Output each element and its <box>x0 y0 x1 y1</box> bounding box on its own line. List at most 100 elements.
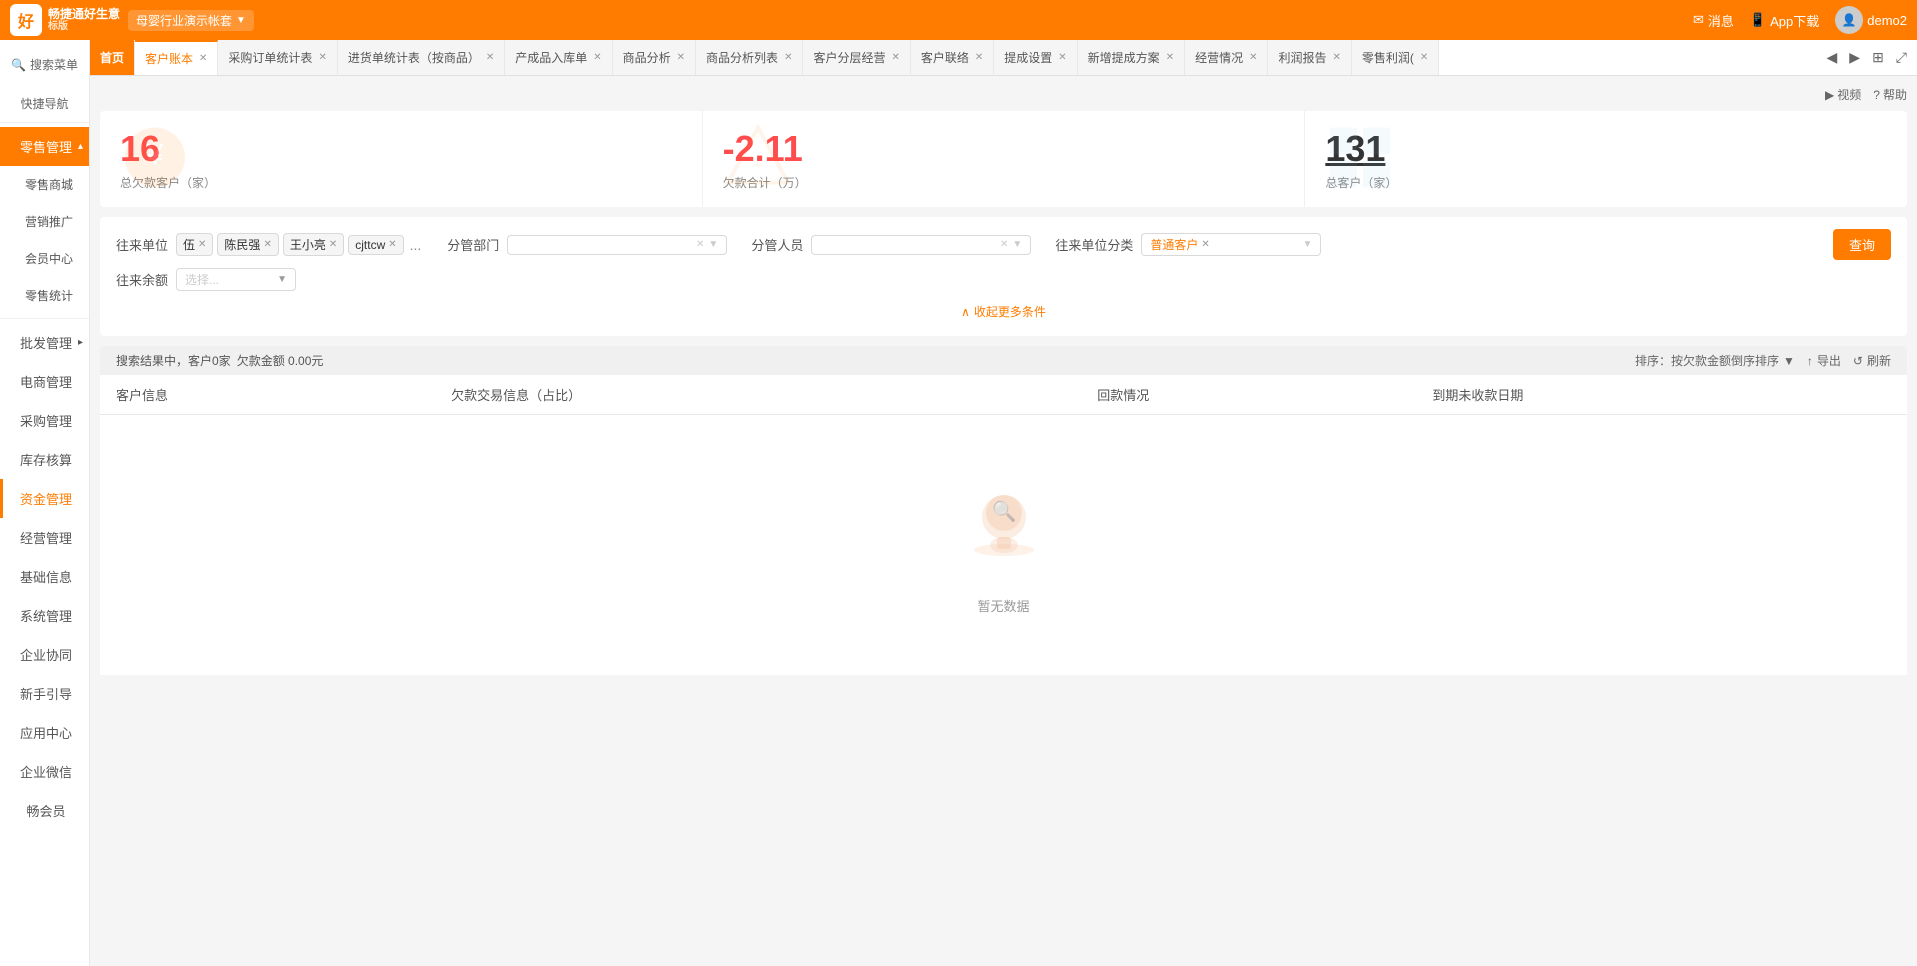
sidebar-item-guide[interactable]: 新手引导 <box>0 674 89 713</box>
tag-close-normal[interactable]: ✕ <box>1201 239 1209 250</box>
sidebar-item-marketing[interactable]: 营销推广 <box>0 203 89 240</box>
sidebar-item-label: 零售管理 <box>20 137 72 156</box>
category-input-wrap[interactable]: 普通客户 ✕ ▼ <box>1141 233 1321 256</box>
tag-close-chen[interactable]: ✕ <box>263 239 271 250</box>
person-label: 分管人员 <box>751 235 803 254</box>
tab-close-contact[interactable]: ✕ <box>975 52 983 63</box>
quick-nav[interactable]: 快捷导航 <box>0 89 89 118</box>
tab-fullscreen-btn[interactable]: ⤢ <box>1892 47 1911 68</box>
filter-more-btn[interactable]: ... <box>408 235 424 255</box>
tab-business[interactable]: 经营情况 ✕ <box>1185 40 1268 76</box>
tab-prev-btn[interactable]: ◀ <box>1823 47 1842 68</box>
empty-icon: 🔍 <box>959 475 1049 584</box>
person-input-wrap[interactable]: ✕ ▼ <box>811 235 1031 255</box>
message-btn[interactable]: ✉ 消息 <box>1693 11 1734 30</box>
selector-arrow: ▼ <box>236 15 246 26</box>
sidebar-item-wholesale[interactable]: 批发管理 ▸ <box>0 323 89 362</box>
sidebar-item-vip[interactable]: 畅会员 <box>0 791 89 830</box>
tab-close-analysis-list[interactable]: ✕ <box>784 52 792 63</box>
tab-close-product[interactable]: ✕ <box>593 52 601 63</box>
app-download-btn[interactable]: 📱 App下载 <box>1750 11 1819 30</box>
tab-goods-analysis[interactable]: 商品分析 ✕ <box>613 40 696 76</box>
sidebar-item-wechat[interactable]: 企业微信 <box>0 752 89 791</box>
tab-customer-layer[interactable]: 客户分层经营 ✕ <box>803 40 910 76</box>
export-btn[interactable]: ↑ 导出 <box>1807 352 1841 369</box>
filter-tag-chen[interactable]: 陈民强 ✕ <box>217 233 278 256</box>
svg-text:🔍: 🔍 <box>991 498 1016 523</box>
sidebar-item-basic-info[interactable]: 基础信息 <box>0 557 89 596</box>
result-bar-left: 搜索结果中，客户0家 欠款金额 0.00元 <box>116 352 323 369</box>
tab-next-btn[interactable]: ▶ <box>1845 47 1864 68</box>
help-link[interactable]: ? 帮助 <box>1873 86 1907 103</box>
result-bar: 搜索结果中，客户0家 欠款金额 0.00元 排序：按欠款金额倒序排序 ▼ ↑ 导… <box>100 346 1907 375</box>
filter-tag-normal-customer[interactable]: 普通客户 ✕ <box>1150 236 1209 253</box>
person-clear-icon[interactable]: ✕ <box>1000 239 1008 250</box>
account-selector[interactable]: 母婴行业演示帐套 ▼ <box>128 10 254 31</box>
sidebar-item-purchase[interactable]: 采购管理 <box>0 401 89 440</box>
tab-close-goods[interactable]: ✕ <box>486 52 494 63</box>
tab-add-commission[interactable]: 新增提成方案 ✕ <box>1078 40 1185 76</box>
sidebar-item-member[interactable]: 会员中心 <box>0 240 89 277</box>
tab-goods-analysis-list[interactable]: 商品分析列表 ✕ <box>696 40 803 76</box>
filter-collapse-btn[interactable]: ∧ 收起更多条件 <box>957 299 1050 324</box>
refresh-btn[interactable]: ↺ 刷新 <box>1853 352 1891 369</box>
sidebar-item-retail-mall[interactable]: 零售商城 <box>0 166 89 203</box>
tab-customer-contact[interactable]: 客户联络 ✕ <box>911 40 994 76</box>
tab-customer-ledger[interactable]: 客户账本 ✕ <box>135 40 218 76</box>
search-menu-btn[interactable]: 🔍 搜索菜单 <box>8 50 81 79</box>
tab-close-commission[interactable]: ✕ <box>1058 52 1066 63</box>
person-dropdown-icon[interactable]: ▼ <box>1012 239 1022 250</box>
dept-input-wrap[interactable]: ✕ ▼ <box>507 235 727 255</box>
stat-total-debtors: ¥ 16 总欠款客户（家） <box>100 111 703 207</box>
tab-product-in[interactable]: 产成品入库单 ✕ <box>505 40 612 76</box>
category-dropdown-icon[interactable]: ▼ <box>1302 239 1312 250</box>
tab-home[interactable]: 首页 <box>90 40 135 76</box>
sort-btn[interactable]: 排序：按欠款金额倒序排序 ▼ <box>1635 352 1795 369</box>
tab-profit-report[interactable]: 利润报告 ✕ <box>1268 40 1351 76</box>
tab-commission-settings[interactable]: 提成设置 ✕ <box>994 40 1077 76</box>
sidebar-item-inventory[interactable]: 库存核算 <box>0 440 89 479</box>
dept-input[interactable] <box>516 238 692 252</box>
filter-tag-wang[interactable]: 王小亮 ✕ <box>283 233 344 256</box>
video-link[interactable]: ▶ 视频 <box>1825 86 1861 103</box>
filter-tag-cjttcw[interactable]: cjttcw ✕ <box>348 235 403 255</box>
sidebar-item-collab[interactable]: 企业协同 <box>0 635 89 674</box>
sidebar-item-operation[interactable]: 经营管理 <box>0 518 89 557</box>
query-btn[interactable]: 查询 <box>1833 229 1891 260</box>
tab-close-business[interactable]: ✕ <box>1249 52 1257 63</box>
dept-clear-icon[interactable]: ✕ <box>696 239 704 250</box>
balance-select[interactable]: 选择... ▼ <box>176 268 296 291</box>
tag-close-cjttcw[interactable]: ✕ <box>388 239 396 250</box>
sidebar-item-finance[interactable]: 资金管理 <box>0 479 89 518</box>
tab-close-retail-profit[interactable]: ✕ <box>1420 52 1428 63</box>
tab-close-profit[interactable]: ✕ <box>1333 52 1341 63</box>
tab-close-analysis[interactable]: ✕ <box>677 52 685 63</box>
sidebar-item-app-center[interactable]: 应用中心 <box>0 713 89 752</box>
sidebar-item-retail-stats[interactable]: 零售统计 <box>0 277 89 314</box>
help-icon: ? <box>1873 88 1880 102</box>
filter-unit-tags: 伍 ✕ 陈民强 ✕ 王小亮 ✕ <box>176 233 423 256</box>
tab-goods-stats[interactable]: 进货单统计表（按商品） ✕ <box>338 40 505 76</box>
tab-close-add-commission[interactable]: ✕ <box>1166 52 1174 63</box>
user-menu[interactable]: 👤 demo2 <box>1835 6 1907 34</box>
sidebar-item-retail[interactable]: 零售管理 ▴ <box>0 127 89 166</box>
tab-close-customer-ledger[interactable]: ✕ <box>199 53 207 64</box>
tab-menu-btn[interactable]: ⊞ <box>1868 47 1888 68</box>
person-input[interactable] <box>820 238 996 252</box>
filter-row-1: 往来单位 伍 ✕ 陈民强 ✕ 王小亮 <box>116 229 1891 260</box>
sidebar-item-system[interactable]: 系统管理 <box>0 596 89 635</box>
logo-icon: 好 <box>10 4 42 36</box>
filter-tag-wu[interactable]: 伍 ✕ <box>176 233 213 256</box>
top-actions: ▶ 视频 ? 帮助 <box>100 86 1907 103</box>
dept-dropdown-icon[interactable]: ▼ <box>708 239 718 250</box>
tab-close-layer[interactable]: ✕ <box>891 52 899 63</box>
tab-purchase-order-stats[interactable]: 采购订单统计表 ✕ <box>218 40 337 76</box>
sidebar-search[interactable]: 🔍 搜索菜单 <box>0 40 89 89</box>
tag-close-wu[interactable]: ✕ <box>198 239 206 250</box>
debt-amount-text: 欠款金额 0.00元 <box>237 352 324 369</box>
tab-close-purchase[interactable]: ✕ <box>318 52 326 63</box>
tag-close-wang[interactable]: ✕ <box>329 239 337 250</box>
sidebar-item-ecommerce[interactable]: 电商管理 <box>0 362 89 401</box>
dept-label: 分管部门 <box>447 235 499 254</box>
tab-retail-profit[interactable]: 零售利润( ✕ <box>1352 40 1439 76</box>
